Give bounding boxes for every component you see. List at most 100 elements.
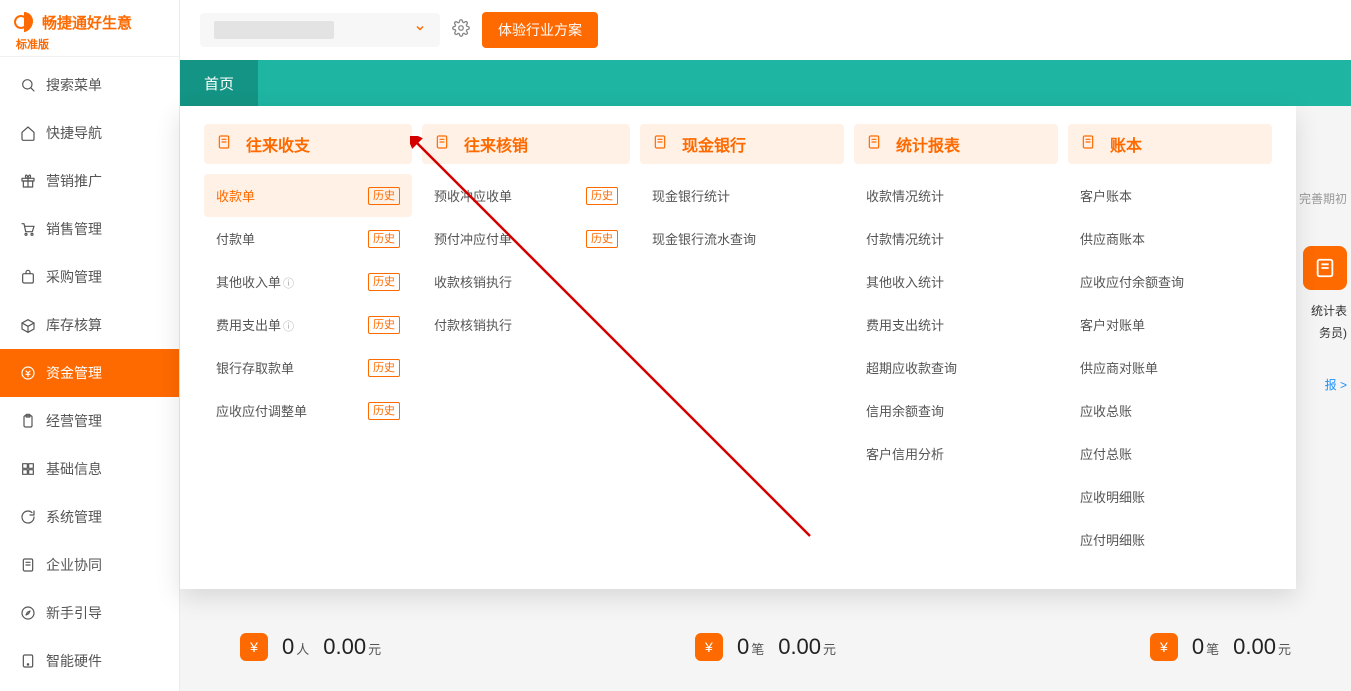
history-tag[interactable]: 历史 (586, 230, 618, 248)
mega-header: 现金银行 (640, 124, 844, 164)
sidebar: 畅捷通好生意 标准版 搜索菜单快捷导航营销推广销售管理采购管理库存核算资金管理经… (0, 0, 180, 691)
mega-item-4-5[interactable]: 应收总账 (1068, 389, 1272, 432)
sidebar-item-6[interactable]: 资金管理 (0, 349, 179, 397)
mega-item-4-8[interactable]: 应付明细账 (1068, 518, 1272, 561)
sidebar-item-3[interactable]: 销售管理 (0, 205, 179, 253)
history-tag[interactable]: 历史 (368, 402, 400, 420)
tab-home[interactable]: 首页 (180, 60, 258, 106)
mega-item-label: 供应商账本 (1080, 229, 1145, 248)
mega-item-4-3[interactable]: 客户对账单 (1068, 303, 1272, 346)
history-tag[interactable]: 历史 (368, 187, 400, 205)
history-tag[interactable]: 历史 (586, 187, 618, 205)
sidebar-item-0[interactable]: 搜索菜单 (0, 61, 179, 109)
mega-item-4-0[interactable]: 客户账本 (1068, 174, 1272, 217)
mega-item-3-3[interactable]: 费用支出统计 (854, 303, 1058, 346)
mega-item-label: 应付总账 (1080, 444, 1132, 463)
sidebar-item-label: 基础信息 (46, 459, 102, 479)
sidebar-item-8[interactable]: 基础信息 (0, 445, 179, 493)
cart-icon (20, 221, 36, 237)
mega-item-label: 付款单 (216, 229, 255, 248)
mega-column-1: 往来核销预收冲应收单历史预付冲应付单历史收款核销执行付款核销执行 (422, 124, 630, 561)
sidebar-item-5[interactable]: 库存核算 (0, 301, 179, 349)
home-icon (20, 125, 36, 141)
mega-item-4-6[interactable]: 应付总账 (1068, 432, 1272, 475)
sync-icon (20, 509, 36, 525)
brand-logo-icon (12, 10, 36, 34)
hint-1: 完善期初 (1299, 184, 1347, 214)
stat-count: 0 (1192, 634, 1204, 659)
mega-header: 账本 (1068, 124, 1272, 164)
sidebar-item-10[interactable]: 企业协同 (0, 541, 179, 589)
mega-item-3-1[interactable]: 付款情况统计 (854, 217, 1058, 260)
history-tag[interactable]: 历史 (368, 359, 400, 377)
brand-edition: 标准版 (16, 36, 167, 52)
mega-item-1-1[interactable]: 预付冲应付单历史 (422, 217, 630, 260)
sidebar-item-2[interactable]: 营销推广 (0, 157, 179, 205)
history-tag[interactable]: 历史 (368, 230, 400, 248)
history-tag[interactable]: 历史 (368, 273, 400, 291)
compass-icon (20, 605, 36, 621)
mega-item-label: 银行存取款单 (216, 358, 294, 377)
mega-item-0-3[interactable]: 费用支出单ⓘ历史 (204, 303, 412, 346)
sidebar-item-label: 新手引导 (46, 603, 102, 623)
mega-item-4-7[interactable]: 应收明细账 (1068, 475, 1272, 518)
sidebar-item-9[interactable]: 系统管理 (0, 493, 179, 541)
mega-item-0-2[interactable]: 其他收入单ⓘ历史 (204, 260, 412, 303)
bag-icon (20, 269, 36, 285)
history-tag[interactable]: 历史 (368, 316, 400, 334)
mega-item-3-5[interactable]: 信用余额查询 (854, 389, 1058, 432)
hint-3[interactable]: 报 > (1311, 370, 1347, 400)
mega-title: 统计报表 (896, 132, 960, 156)
sidebar-item-label: 库存核算 (46, 315, 102, 335)
mega-item-3-6[interactable]: 客户信用分析 (854, 432, 1058, 475)
mega-item-3-4[interactable]: 超期应收款查询 (854, 346, 1058, 389)
float-action-button[interactable] (1303, 246, 1347, 290)
mega-item-0-5[interactable]: 应收应付调整单 历史 (204, 389, 412, 432)
sidebar-item-label: 经营管理 (46, 411, 102, 431)
mega-item-0-0[interactable]: 收款单历史 (204, 174, 412, 217)
mega-item-0-4[interactable]: 银行存取款单 历史 (204, 346, 412, 389)
help-icon: ⓘ (283, 275, 294, 291)
brand-block: 畅捷通好生意 标准版 (0, 0, 179, 57)
mega-item-4-1[interactable]: 供应商账本 (1068, 217, 1272, 260)
mega-item-2-0[interactable]: 现金银行统计 (640, 174, 844, 217)
sidebar-item-7[interactable]: 经营管理 (0, 397, 179, 445)
mega-item-label: 费用支出统计 (866, 315, 944, 334)
funds-mega-menu: 往来收支收款单历史付款单历史其他收入单ⓘ历史费用支出单ⓘ历史银行存取款单历史应收… (180, 106, 1296, 589)
mega-title: 往来核销 (464, 132, 528, 156)
mega-item-1-2[interactable]: 收款核销执行 (422, 260, 630, 303)
mega-item-1-0[interactable]: 预收冲应收单 历史 (422, 174, 630, 217)
mega-item-label: 付款核销执行 (434, 315, 512, 334)
sidebar-item-11[interactable]: 新手引导 (0, 589, 179, 637)
mega-item-label: 应收应付调整单 (216, 401, 307, 420)
industry-plan-button[interactable]: 体验行业方案 (482, 12, 598, 48)
company-selector[interactable] (200, 13, 440, 47)
doc-icon (866, 134, 886, 154)
help-icon: ⓘ (283, 318, 294, 334)
mega-item-label: 收款情况统计 (866, 186, 944, 205)
mega-item-label: 预收冲应收单 (434, 186, 512, 205)
sidebar-item-label: 资金管理 (46, 363, 102, 383)
mega-header: 统计报表 (854, 124, 1058, 164)
sidebar-item-4[interactable]: 采购管理 (0, 253, 179, 301)
settings-icon[interactable] (452, 19, 470, 42)
mega-item-4-4[interactable]: 供应商对账单 (1068, 346, 1272, 389)
sidebar-nav: 搜索菜单快捷导航营销推广销售管理采购管理库存核算资金管理经营管理基础信息系统管理… (0, 57, 179, 685)
sidebar-item-1[interactable]: 快捷导航 (0, 109, 179, 157)
doc-icon (1080, 134, 1100, 154)
mega-item-0-1[interactable]: 付款单 历史 (204, 217, 412, 260)
grid-icon (20, 461, 36, 477)
sidebar-item-12[interactable]: 智能硬件 (0, 637, 179, 685)
mega-item-3-2[interactable]: 其他收入统计 (854, 260, 1058, 303)
mega-item-1-3[interactable]: 付款核销执行 (422, 303, 630, 346)
sidebar-item-label: 营销推广 (46, 171, 102, 191)
mega-item-label: 客户对账单 (1080, 315, 1145, 334)
mega-item-3-0[interactable]: 收款情况统计 (854, 174, 1058, 217)
right-hints: 完善期初 (1299, 184, 1351, 214)
mega-column-0: 往来收支收款单历史付款单历史其他收入单ⓘ历史费用支出单ⓘ历史银行存取款单历史应收… (204, 124, 412, 561)
mega-item-2-1[interactable]: 现金银行流水查询 (640, 217, 844, 260)
mega-header: 往来收支 (204, 124, 412, 164)
mega-column-2: 现金银行现金银行统计现金银行流水查询 (640, 124, 844, 561)
money-icon (20, 365, 36, 381)
mega-item-4-2[interactable]: 应收应付余额查询 (1068, 260, 1272, 303)
